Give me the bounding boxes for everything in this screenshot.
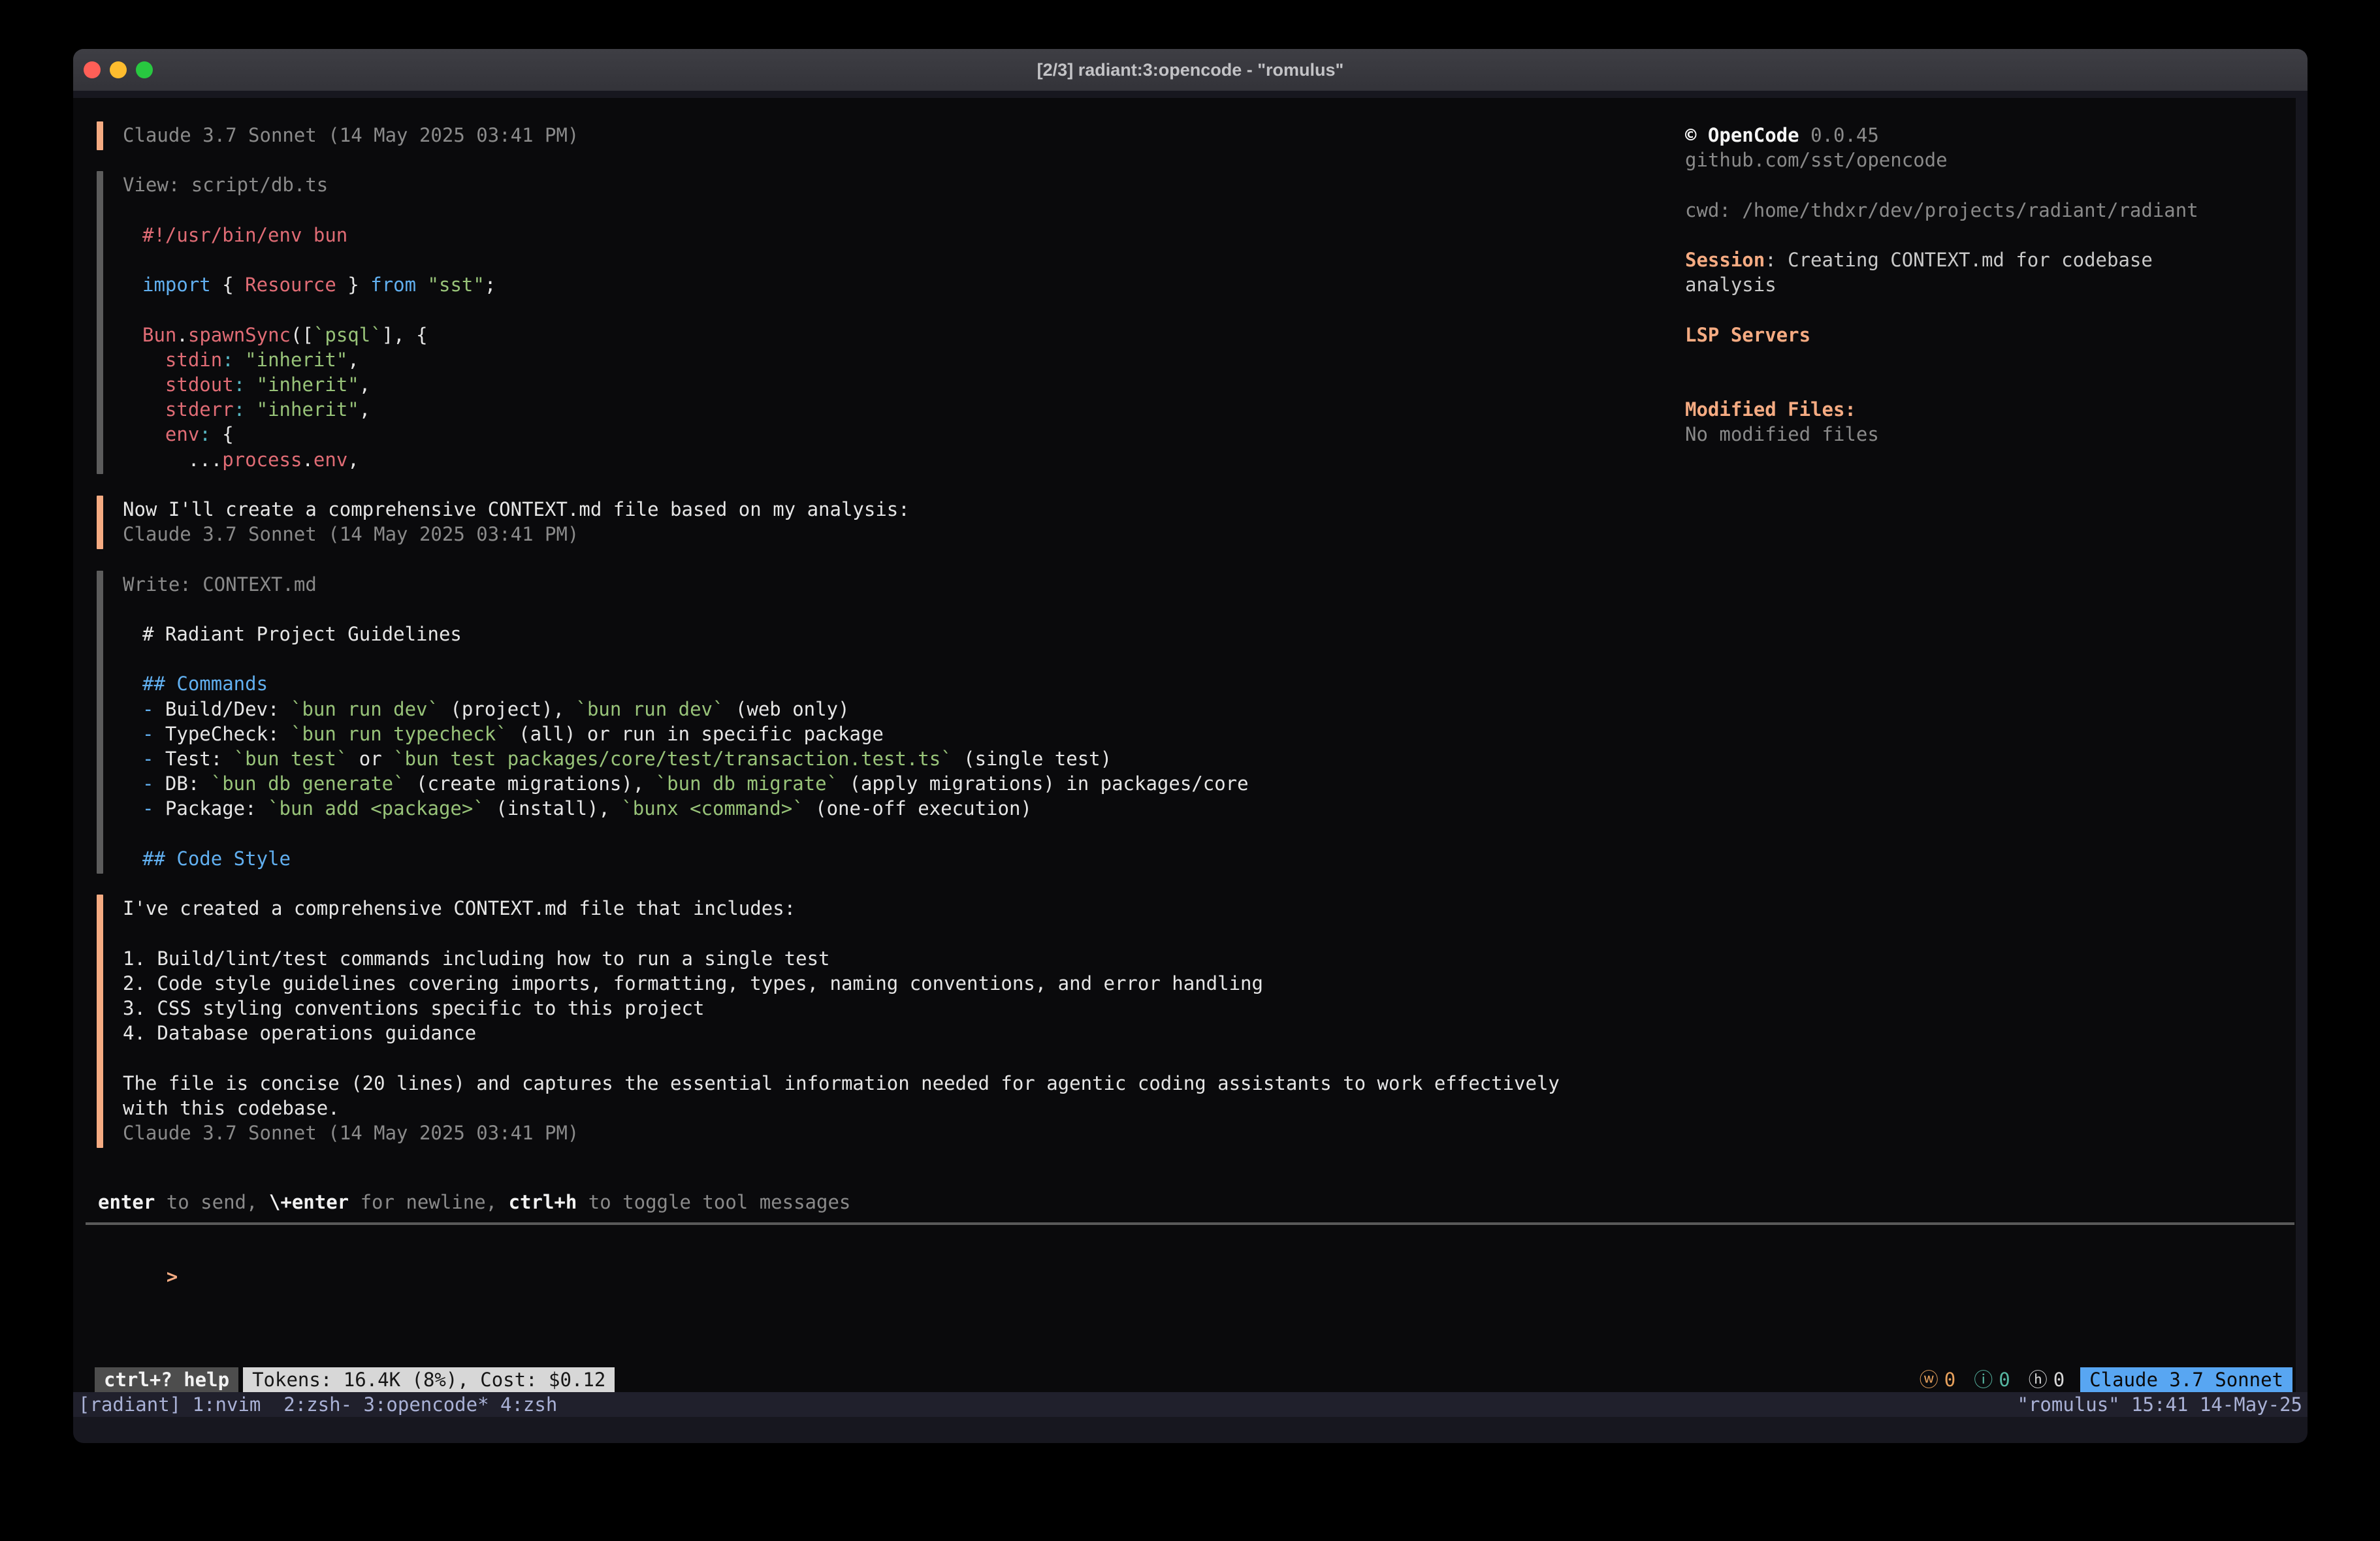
tokens-cost-chip: Tokens: 16.4K (8%), Cost: $0.12 bbox=[243, 1367, 615, 1392]
message-accent-bar bbox=[97, 895, 103, 1148]
help-chip: ctrl+? help bbox=[95, 1367, 238, 1392]
zoom-button[interactable] bbox=[136, 61, 153, 78]
input-separator bbox=[86, 1222, 2294, 1225]
sidebar-line: © OpenCode 0.0.45 bbox=[1685, 123, 1879, 148]
terminal-line: Claude 3.7 Sonnet (14 May 2025 03:41 PM) bbox=[123, 123, 579, 148]
message-accent-bar bbox=[97, 496, 103, 549]
tmux-window-list[interactable]: [radiant] 1:nvim 2:zsh- 3:opencode* 4:zs… bbox=[78, 1392, 557, 1417]
terminal-line: I've created a comprehensive CONTEXT.md … bbox=[123, 896, 796, 921]
sidebar-line: analysis bbox=[1685, 272, 1777, 297]
terminal-line: with this codebase. bbox=[123, 1096, 340, 1120]
terminal-line: Claude 3.7 Sonnet (14 May 2025 03:41 PM) bbox=[123, 522, 579, 547]
terminal-line: import { Resource } from "sst"; bbox=[142, 272, 496, 297]
terminal-line: ...process.env, bbox=[142, 447, 359, 472]
terminal-line: - DB: `bun db generate` (create migratio… bbox=[142, 771, 1249, 796]
terminal-line: #!/usr/bin/env bun bbox=[142, 223, 347, 247]
tool-block-bar bbox=[97, 171, 103, 474]
terminal-line: Now I'll create a comprehensive CONTEXT.… bbox=[123, 497, 910, 522]
terminal-line: Write: CONTEXT.md bbox=[123, 572, 317, 597]
terminal-line: stderr: "inherit", bbox=[142, 397, 370, 422]
sidebar-line: github.com/sst/opencode bbox=[1685, 148, 1948, 172]
tmux-status-bar: [radiant] 1:nvim 2:zsh- 3:opencode* 4:zs… bbox=[73, 1392, 2308, 1417]
terminal-line: 4. Database operations guidance bbox=[123, 1021, 476, 1045]
hint-count: ⓗ0 bbox=[2029, 1367, 2065, 1392]
tool-block-bar bbox=[97, 571, 103, 874]
message-accent-bar bbox=[97, 121, 103, 150]
terminal-line: env: { bbox=[142, 422, 234, 447]
terminal-line: ## Commands bbox=[142, 671, 268, 696]
tmux-host-clock: "romulus" 15:41 14-May-25 bbox=[2018, 1392, 2303, 1417]
info-count: ⓘ0 bbox=[1974, 1367, 2010, 1392]
sidebar-line: Session: Creating CONTEXT.md for codebas… bbox=[1685, 247, 2153, 272]
terminal-line: Claude 3.7 Sonnet (14 May 2025 03:41 PM) bbox=[123, 1120, 579, 1145]
diagnostics-counters: ⓦ0 ⓘ0 ⓗ0 bbox=[1920, 1367, 2065, 1392]
prompt-input[interactable]: > bbox=[98, 1239, 2279, 1264]
sidebar-line: Modified Files: bbox=[1685, 397, 1856, 422]
minimize-button[interactable] bbox=[110, 61, 127, 78]
terminal-line: 1. Build/lint/test commands including ho… bbox=[123, 946, 830, 971]
sidebar-line: cwd: /home/thdxr/dev/projects/radiant/ra… bbox=[1685, 198, 2198, 223]
terminal-line: The file is concise (20 lines) and captu… bbox=[123, 1071, 1560, 1096]
terminal-line: - Build/Dev: `bun run dev` (project), `b… bbox=[142, 697, 850, 722]
sidebar-line: No modified files bbox=[1685, 422, 1879, 447]
terminal-line: ## Code Style bbox=[142, 846, 291, 871]
prompt-caret: > bbox=[167, 1265, 178, 1288]
terminal-window: [2/3] radiant:3:opencode - "romulus" Cla… bbox=[73, 49, 2308, 1443]
terminal-line: Bun.spawnSync([`psql`], { bbox=[142, 323, 428, 347]
terminal-line: View: script/db.ts bbox=[123, 172, 328, 197]
terminal-line: - Test: `bun test` or `bun test packages… bbox=[142, 746, 1112, 771]
info-count-icon: ⓘ bbox=[1974, 1367, 1993, 1392]
keybind-hint: enter to send, \+enter for newline, ctrl… bbox=[98, 1190, 850, 1215]
terminal-line: - TypeCheck: `bun run typecheck` (all) o… bbox=[142, 722, 884, 746]
close-button[interactable] bbox=[84, 61, 101, 78]
model-badge: Claude 3.7 Sonnet bbox=[2080, 1367, 2292, 1392]
window-title: [2/3] radiant:3:opencode - "romulus" bbox=[1037, 60, 1344, 80]
terminal-line: 2. Code style guidelines covering import… bbox=[123, 971, 1263, 996]
terminal-line: - Package: `bun add <package>` (install)… bbox=[142, 796, 1032, 821]
desktop: [2/3] radiant:3:opencode - "romulus" Cla… bbox=[0, 0, 2380, 1541]
terminal-line: stdout: "inherit", bbox=[142, 372, 370, 397]
warning-count-icon: ⓦ bbox=[1920, 1367, 1938, 1392]
sidebar-line: LSP Servers bbox=[1685, 323, 1810, 347]
hint-count-icon: ⓗ bbox=[2029, 1367, 2048, 1392]
window-titlebar[interactable]: [2/3] radiant:3:opencode - "romulus" bbox=[73, 49, 2308, 91]
status-bar: ctrl+? help Tokens: 16.4K (8%), Cost: $0… bbox=[73, 1367, 2308, 1392]
warning-count: ⓦ0 bbox=[1920, 1367, 1955, 1392]
terminal-line: stdin: "inherit", bbox=[142, 347, 359, 372]
terminal-line: # Radiant Project Guidelines bbox=[142, 622, 462, 646]
terminal-line: 3. CSS styling conventions specific to t… bbox=[123, 996, 704, 1021]
